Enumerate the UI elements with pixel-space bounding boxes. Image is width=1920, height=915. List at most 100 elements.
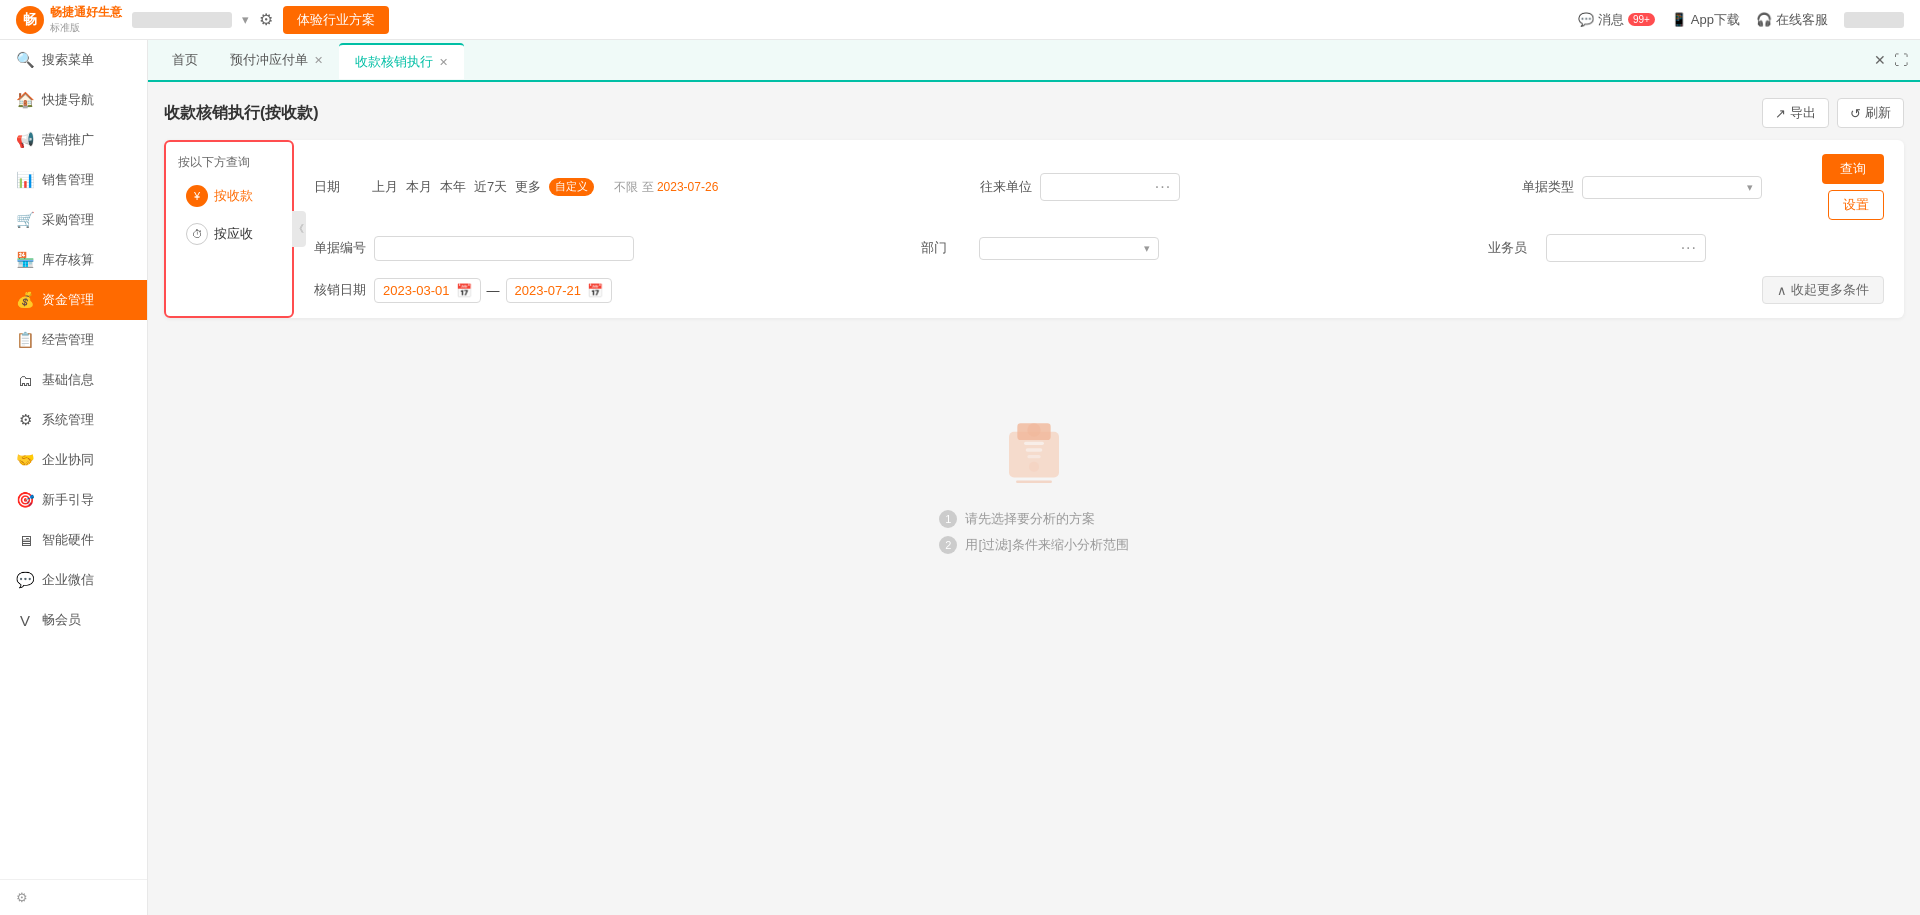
sidebar-item-inventory[interactable]: 🏪 库存核算 — [0, 240, 147, 280]
sidebar-item-hardware[interactable]: 🖥 智能硬件 — [0, 520, 147, 560]
sidebar-label-wechat: 企业微信 — [42, 571, 94, 589]
tab-receivable[interactable]: 收款核销执行 ✕ — [339, 43, 464, 79]
sidebar-label-quicknav: 快捷导航 — [42, 91, 94, 109]
message-btn[interactable]: 💬 消息 99+ — [1578, 11, 1655, 29]
doctype-select[interactable]: ▾ — [1582, 176, 1762, 199]
phone-icon: 📱 — [1671, 12, 1687, 27]
refresh-icon: ↺ — [1850, 106, 1861, 121]
salesperson-label: 业务员 — [1488, 239, 1538, 257]
partner-label: 往来单位 — [980, 178, 1032, 196]
app-logo: 畅 畅捷通好生意 标准版 — [16, 4, 122, 35]
tab-prepay-label: 预付冲应付单 — [230, 51, 308, 69]
user-avatar[interactable] — [1844, 12, 1904, 28]
sidebar-label-system: 系统管理 — [42, 411, 94, 429]
filter-date-field: 日期 上月 本月 本年 近7天 更多 自定义 — [314, 178, 594, 196]
filter-salesperson-field: 业务员 ··· — [1488, 234, 1768, 262]
docno-input[interactable] — [374, 236, 634, 261]
sidebar-bottom: ⚙ — [0, 879, 147, 915]
dept-label: 部门 — [921, 239, 971, 257]
empty-steps: 1 请先选择要分析的方案 2 用[过滤]条件来缩小分析范围 — [939, 510, 1128, 562]
filter-row-2: 单据编号 部门 ▾ 业务 — [314, 234, 1884, 262]
corp-icon: 🤝 — [16, 451, 34, 469]
sidebar-item-member[interactable]: V 畅会员 — [0, 600, 147, 640]
base-icon: 🗂 — [16, 372, 34, 389]
query-btn[interactable]: 查询 — [1822, 154, 1884, 184]
page-title: 收款核销执行(按收款) — [164, 103, 319, 124]
tab-bar: 首页 预付冲应付单 ✕ 收款核销执行 ✕ ✕ ⛶ — [148, 40, 1920, 82]
tab-home-label: 首页 — [172, 51, 198, 69]
sidebar-item-finance[interactable]: 💰 资金管理 — [0, 280, 147, 320]
export-btn[interactable]: ↗ 导出 — [1762, 98, 1829, 128]
tab-prepay-close[interactable]: ✕ — [314, 54, 323, 67]
partner-select[interactable]: ··· — [1040, 173, 1180, 201]
system-icon: ⚙ — [16, 411, 34, 429]
tab-close-btn[interactable]: ✕ — [1874, 52, 1886, 68]
doctype-chevron-icon: ▾ — [1747, 181, 1753, 194]
svg-point-6 — [1029, 462, 1039, 472]
sidebar-item-purchase[interactable]: 🛒 采购管理 — [0, 200, 147, 240]
refresh-btn[interactable]: ↺ 刷新 — [1837, 98, 1904, 128]
sidebar-item-quicknav[interactable]: 🏠 快捷导航 — [0, 80, 147, 120]
doctype-label: 单据类型 — [1522, 178, 1574, 196]
sidebar-item-sales[interactable]: 📊 销售管理 — [0, 160, 147, 200]
sidebar-item-marketing[interactable]: 📢 营销推广 — [0, 120, 147, 160]
sidebar-item-corp[interactable]: 🤝 企业协同 — [0, 440, 147, 480]
date-label: 日期 — [314, 178, 364, 196]
gear-icon[interactable]: ⚙ — [259, 10, 273, 29]
filter-collapse-btn[interactable]: 《 — [292, 211, 306, 247]
sidebar-label-search: 搜索菜单 — [42, 51, 94, 69]
sidebar-settings-btn[interactable]: ⚙ — [0, 880, 147, 915]
collapse-icon: ∧ — [1777, 283, 1787, 298]
brand-name: 畅捷通好生意 — [50, 4, 122, 21]
page-actions: ↗ 导出 ↺ 刷新 — [1762, 98, 1904, 128]
empty-illustration — [984, 390, 1084, 490]
svg-rect-3 — [1024, 442, 1044, 445]
filter-option-receivable[interactable]: ⏱ 按应收 — [178, 217, 280, 251]
docno-label: 单据编号 — [314, 239, 366, 257]
filter-writeoff-date-field: 核销日期 2023-03-01 📅 — 2023-07-21 📅 — [314, 278, 612, 303]
hardware-icon: 🖥 — [16, 532, 34, 549]
sidebar-item-search[interactable]: 🔍 搜索菜单 — [0, 40, 147, 80]
sidebar-label-corp: 企业协同 — [42, 451, 94, 469]
date-custom-badge[interactable]: 自定义 — [549, 178, 594, 196]
search-icon: 🔍 — [16, 51, 34, 69]
dropdown-icon[interactable]: ▾ — [242, 12, 249, 27]
date-quick-links: 上月 本月 本年 近7天 更多 自定义 — [372, 178, 594, 196]
dept-select[interactable]: ▾ — [979, 237, 1159, 260]
filter-left: 按以下方查询 ¥ 按收款 ⏱ 按应收 《 — [164, 140, 294, 318]
date-7days[interactable]: 近7天 — [474, 178, 507, 196]
date-this-year[interactable]: 本年 — [440, 178, 466, 196]
online-service-btn[interactable]: 🎧 在线客服 — [1756, 11, 1828, 29]
sidebar-label-base: 基础信息 — [42, 371, 94, 389]
sidebar-label-guide: 新手引导 — [42, 491, 94, 509]
sidebar-item-guide[interactable]: 🎯 新手引导 — [0, 480, 147, 520]
sidebar-label-finance: 资金管理 — [42, 291, 94, 309]
sidebar-item-wechat[interactable]: 💬 企业微信 — [0, 560, 147, 600]
salesperson-select[interactable]: ··· — [1546, 234, 1706, 262]
sidebar-item-base[interactable]: 🗂 基础信息 — [0, 360, 147, 400]
industry-btn[interactable]: 体验行业方案 — [283, 6, 389, 34]
date-more[interactable]: 更多 — [515, 178, 541, 196]
sales-icon: 📊 — [16, 171, 34, 189]
tab-home[interactable]: 首页 — [156, 43, 214, 77]
writeoff-end-date[interactable]: 2023-07-21 📅 — [506, 278, 613, 303]
sidebar-label-member: 畅会员 — [42, 611, 81, 629]
member-icon: V — [16, 612, 34, 629]
date-last-month[interactable]: 上月 — [372, 178, 398, 196]
filter-left-title: 按以下方查询 — [178, 154, 280, 171]
calendar-start-icon: 📅 — [456, 283, 472, 298]
sidebar-item-system[interactable]: ⚙ 系统管理 — [0, 400, 147, 440]
tab-prepay[interactable]: 预付冲应付单 ✕ — [214, 43, 339, 77]
tab-receivable-close[interactable]: ✕ — [439, 56, 448, 69]
filter-option-receipt[interactable]: ¥ 按收款 — [178, 179, 280, 213]
writeoff-start-date[interactable]: 2023-03-01 📅 — [374, 278, 481, 303]
tab-expand-btn[interactable]: ⛶ — [1894, 52, 1908, 68]
edition-label: 标准版 — [50, 21, 122, 35]
date-this-month[interactable]: 本月 — [406, 178, 432, 196]
app-download-btn[interactable]: 📱 App下载 — [1671, 11, 1740, 29]
settings-filter-btn[interactable]: 设置 — [1828, 190, 1884, 220]
page-content: 收款核销执行(按收款) ↗ 导出 ↺ 刷新 按以下方查询 — [148, 82, 1920, 915]
sidebar: 🔍 搜索菜单 🏠 快捷导航 📢 营销推广 📊 销售管理 🛒 采购管理 🏪 库存核… — [0, 40, 148, 915]
sidebar-item-business[interactable]: 📋 经营管理 — [0, 320, 147, 360]
collapse-more-btn[interactable]: ∧ 收起更多条件 — [1762, 276, 1884, 304]
